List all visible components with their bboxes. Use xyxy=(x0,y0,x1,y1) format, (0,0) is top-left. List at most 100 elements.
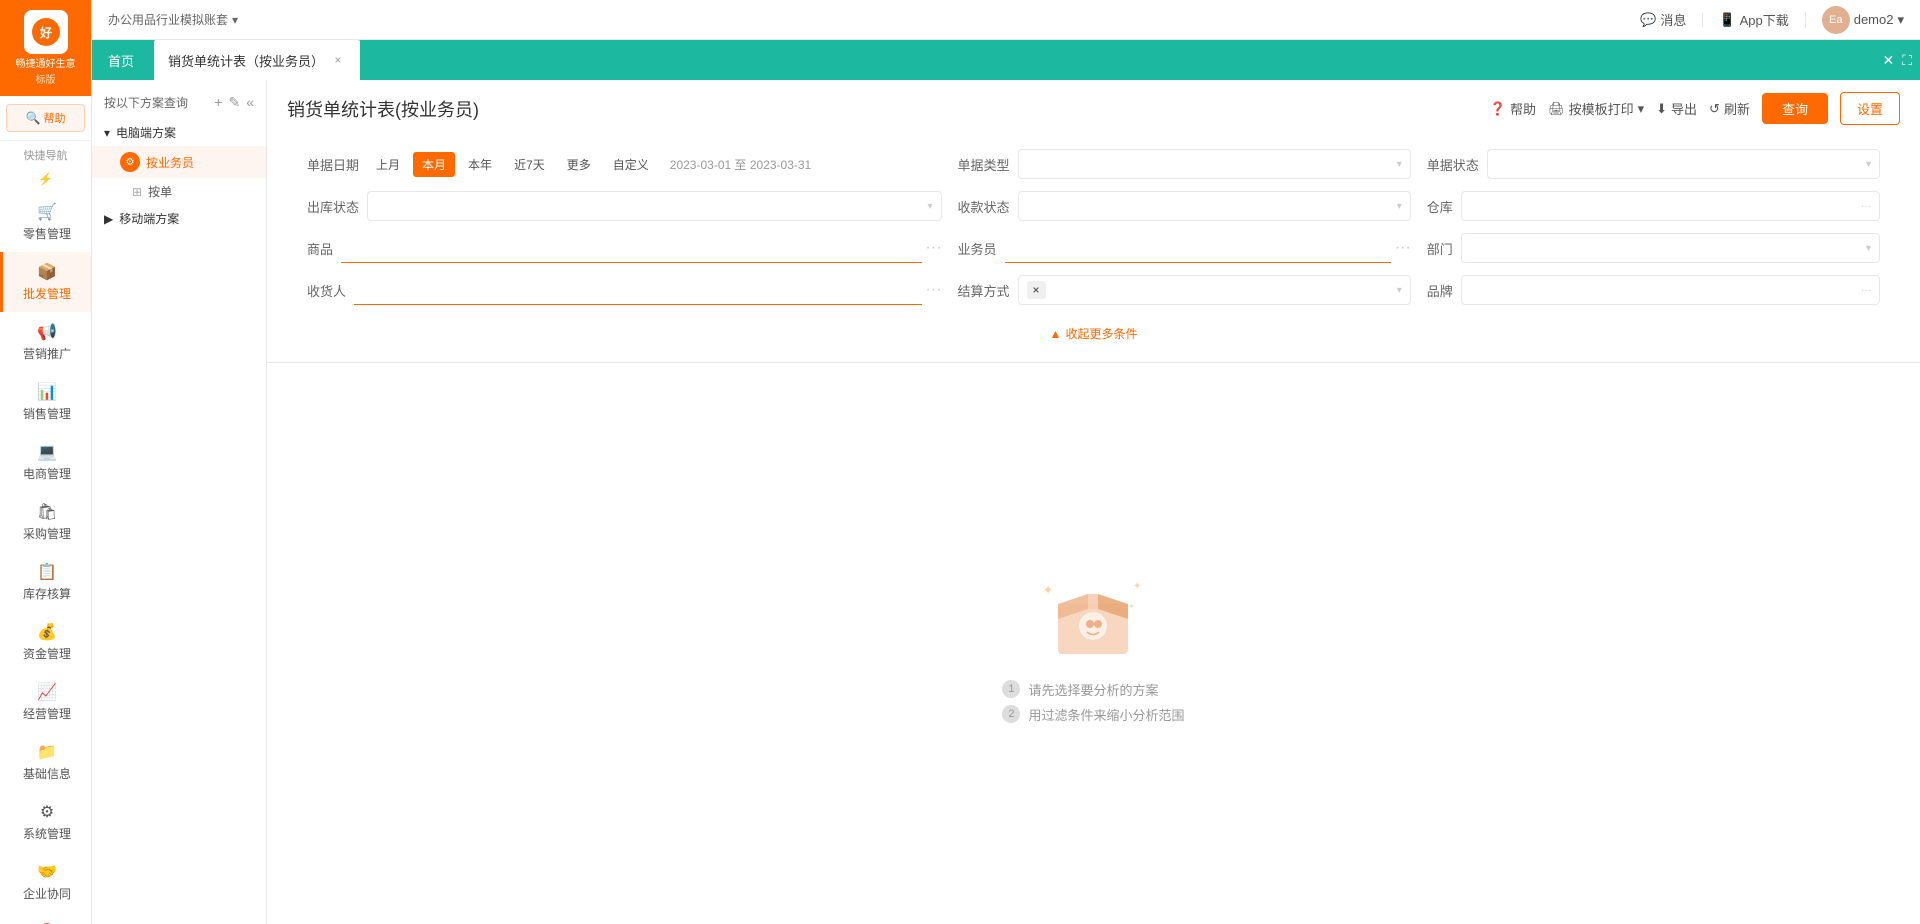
schema-item-by-order[interactable]: ⊞ 按单 xyxy=(92,178,266,205)
sidebar-item-finance[interactable]: 💰 资金管理 xyxy=(0,612,91,672)
filter-brand: 品牌 ··· xyxy=(1427,275,1880,305)
doc-status-select[interactable]: ▾ xyxy=(1487,149,1880,179)
sidebar-item-system[interactable]: ⚙ 系统管理 xyxy=(0,792,91,852)
print-button[interactable]: 🖨 按模板打印 ▾ xyxy=(1548,99,1644,118)
app-name: 畅捷通好生意 xyxy=(16,58,76,71)
brand-select[interactable]: ··· xyxy=(1461,275,1880,305)
close-window-icon[interactable]: ✕ xyxy=(1882,52,1894,69)
sidebar-item-marketing[interactable]: 📢 营销推广 xyxy=(0,312,91,372)
date-btn-this-month[interactable]: 本月 xyxy=(413,152,455,177)
collapse-filter-button[interactable]: ▲ 收起更多条件 xyxy=(307,317,1880,350)
date-btn-custom[interactable]: 自定义 xyxy=(604,152,658,177)
doc-type-select[interactable]: ▾ xyxy=(1018,149,1411,179)
tab-close-button[interactable]: × xyxy=(330,52,346,68)
message-button[interactable]: 💬 消息 xyxy=(1640,10,1686,29)
sidebar-item-sales[interactable]: 📊 销售管理 xyxy=(0,372,91,432)
tag-close-icon[interactable]: × xyxy=(1033,283,1040,297)
group-label: 电脑端方案 xyxy=(116,124,176,141)
filter-row-4: 收货人 ··· 结算方式 × ▾ xyxy=(307,275,1880,305)
export-button[interactable]: ⬇ 导出 xyxy=(1656,99,1697,118)
app-logo[interactable]: 好 畅捷通好生意 标版 xyxy=(0,0,91,96)
payment-method-select[interactable]: × ▾ xyxy=(1018,275,1411,305)
warehouse-select[interactable]: ··· xyxy=(1461,191,1880,221)
username: demo2 xyxy=(1854,12,1894,27)
search-icon: 🔍 xyxy=(26,111,41,125)
receipt-status-select[interactable]: ▾ xyxy=(1018,191,1411,221)
page-header: 销货单统计表(按业务员) ❓ 帮助 🖨 按模板打印 ▾ ⬇ xyxy=(267,80,1920,363)
date-btn-this-year[interactable]: 本年 xyxy=(459,152,501,177)
goods-dots-icon[interactable]: ··· xyxy=(926,239,942,257)
filter-receipt-status: 收款状态 ▾ xyxy=(958,191,1411,221)
sidebar-item-operations[interactable]: 📈 经营管理 xyxy=(0,672,91,732)
schema-group-mobile-header[interactable]: ▶ 移动端方案 xyxy=(92,205,266,232)
settings-button[interactable]: 设置 xyxy=(1840,92,1900,125)
schema-item-by-salesperson[interactable]: ⚙ 按业务员 xyxy=(92,146,266,178)
date-btn-last-month[interactable]: 上月 xyxy=(367,152,409,177)
warehouse-dots-icon: ··· xyxy=(1861,201,1871,212)
salesperson-input[interactable] xyxy=(1005,233,1391,263)
sidebar-item-wholesale[interactable]: 📦 批发管理 xyxy=(0,252,91,312)
sidebar-item-basic-info[interactable]: 📁 基础信息 xyxy=(0,732,91,792)
consignee-dots-icon[interactable]: ··· xyxy=(926,281,942,299)
collapse-label: 收起更多条件 xyxy=(1065,325,1137,342)
consignee-input[interactable] xyxy=(354,275,922,305)
user-menu[interactable]: Ea demo2 ▾ xyxy=(1822,6,1904,34)
date-btn-7days[interactable]: 近7天 xyxy=(505,152,554,177)
salesperson-dots-icon[interactable]: ··· xyxy=(1395,239,1411,257)
mobile-group-label: 移动端方案 xyxy=(119,210,179,227)
department-label: 部门 xyxy=(1427,239,1453,258)
delivery-status-select[interactable]: ▾ xyxy=(367,191,942,221)
tab-label: 销货单统计表（按业务员） xyxy=(168,51,324,70)
filter-payment-method: 结算方式 × ▾ xyxy=(958,275,1411,305)
svg-text:好: 好 xyxy=(38,25,51,40)
tip-1-number: 1 xyxy=(1002,680,1020,698)
filter-doc-status: 单据状态 ▾ xyxy=(1427,149,1880,179)
add-schema-button[interactable]: + xyxy=(214,94,222,111)
sidebar-item-newbie[interactable]: 🎯 新手引导 xyxy=(0,912,91,924)
edit-schema-button[interactable]: ✎ xyxy=(228,94,240,111)
goods-input[interactable] xyxy=(341,233,922,263)
filter-doc-type: 单据类型 ▾ xyxy=(958,149,1411,179)
sidebar-item-label-wholesale: 批发管理 xyxy=(23,285,71,302)
enterprise-icon: 🤝 xyxy=(37,862,57,882)
refresh-button[interactable]: ↺ 刷新 xyxy=(1709,99,1750,118)
doc-type-chevron-icon: ▾ xyxy=(1397,159,1402,170)
sidebar-item-label-retail: 零售管理 xyxy=(23,225,71,242)
salesperson-label: 业务员 xyxy=(958,239,997,258)
sidebar-item-label-basic-info: 基础信息 xyxy=(23,765,71,782)
sidebar-item-label-enterprise: 企业协同 xyxy=(23,885,71,902)
sidebar-item-retail[interactable]: 🛒 零售管理 xyxy=(0,192,91,252)
app-download-label: App下载 xyxy=(1740,10,1789,29)
help-button[interactable]: ❓ 帮助 xyxy=(1490,99,1536,118)
sidebar-item-label-purchase: 采购管理 xyxy=(23,525,71,542)
help-icon: ❓ xyxy=(1490,101,1506,117)
doc-type-label: 单据类型 xyxy=(958,155,1010,174)
tip-2-number: 2 xyxy=(1002,705,1020,723)
query-button[interactable]: 查询 xyxy=(1762,93,1828,124)
sidebar-item-enterprise[interactable]: 🤝 企业协同 xyxy=(0,852,91,912)
home-tab[interactable]: 首页 xyxy=(92,40,150,80)
mobile-expand-icon: ▶ xyxy=(104,212,113,226)
delivery-chevron-icon: ▾ xyxy=(928,201,933,212)
goods-label: 商品 xyxy=(307,239,333,258)
collapse-panel-button[interactable]: « xyxy=(246,94,254,111)
sidebar-item-inventory[interactable]: 📋 库存核算 xyxy=(0,552,91,612)
breadcrumb-text: 办公用品行业模拟账套 xyxy=(108,11,228,28)
search-menu-button[interactable]: 🔍 帮助 xyxy=(6,104,85,132)
maximize-icon[interactable]: ⛶ xyxy=(1902,52,1912,69)
department-select[interactable]: ▾ xyxy=(1461,233,1880,263)
schema-group-pc-header[interactable]: ▾ 电脑端方案 xyxy=(92,119,266,146)
sidebar-item-label-ecommerce: 电商管理 xyxy=(23,465,71,482)
schema-sub-item-label: 按单 xyxy=(148,183,172,200)
shortcut-nav[interactable]: ⚡ xyxy=(0,165,91,192)
sidebar-item-label-system: 系统管理 xyxy=(23,825,71,842)
date-btn-more[interactable]: 更多 xyxy=(558,152,600,177)
empty-tip-2: 2 用过滤条件来缩小分析范围 xyxy=(1002,705,1184,724)
active-tab[interactable]: 销货单统计表（按业务员） × xyxy=(154,40,360,80)
payment-method-tag: × xyxy=(1027,281,1046,299)
sidebar-item-ecommerce[interactable]: 💻 电商管理 xyxy=(0,432,91,492)
app-download-button[interactable]: 📱 App下载 xyxy=(1719,10,1788,29)
collapse-up-icon: ▲ xyxy=(1050,327,1062,341)
marketing-icon: 📢 xyxy=(37,322,57,342)
sidebar-item-purchase[interactable]: 🛍 采购管理 xyxy=(0,492,91,552)
